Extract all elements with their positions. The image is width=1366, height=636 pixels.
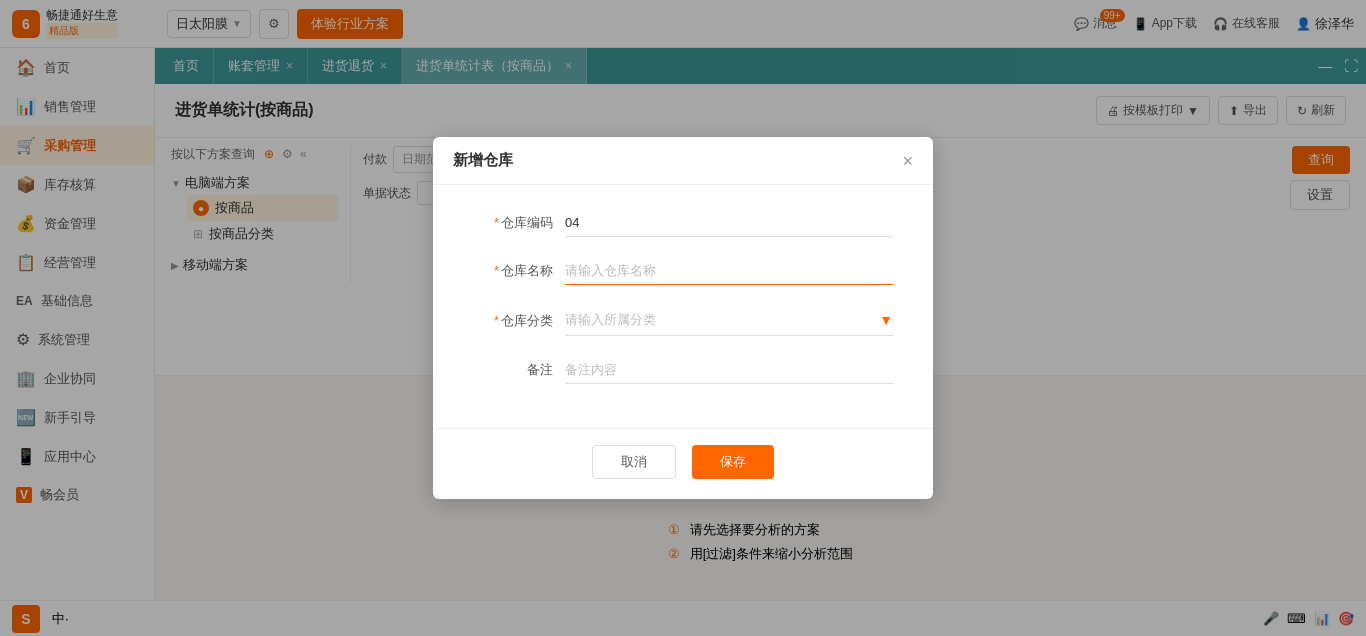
code-input[interactable] [565,209,893,237]
modal-close-button[interactable]: × [902,152,913,170]
form-row-code: 仓库编码 [473,209,893,237]
note-input[interactable] [565,356,893,384]
category-selector[interactable]: 请输入所属分类 ▼ [565,305,893,336]
modal-body: 仓库编码 仓库名称 仓库分类 请输入所属分类 ▼ 备注 [433,185,933,428]
form-row-note: 备注 [473,356,893,384]
category-label: 仓库分类 [473,312,553,330]
modal-footer: 取消 保存 [433,428,933,499]
modal-header: 新增仓库 × [433,137,933,185]
note-label: 备注 [473,361,553,379]
name-label: 仓库名称 [473,262,553,280]
modal-title: 新增仓库 [453,151,513,170]
save-button[interactable]: 保存 [692,445,774,479]
name-input[interactable] [565,257,893,285]
cancel-button[interactable]: 取消 [592,445,676,479]
form-row-category: 仓库分类 请输入所属分类 ▼ [473,305,893,336]
form-row-name: 仓库名称 [473,257,893,285]
new-warehouse-modal: 新增仓库 × 仓库编码 仓库名称 仓库分类 请输入所属分类 ▼ [433,137,933,499]
modal-overlay[interactable]: 新增仓库 × 仓库编码 仓库名称 仓库分类 请输入所属分类 ▼ [0,0,1366,636]
category-arrow-icon: ▼ [879,312,893,328]
code-label: 仓库编码 [473,214,553,232]
